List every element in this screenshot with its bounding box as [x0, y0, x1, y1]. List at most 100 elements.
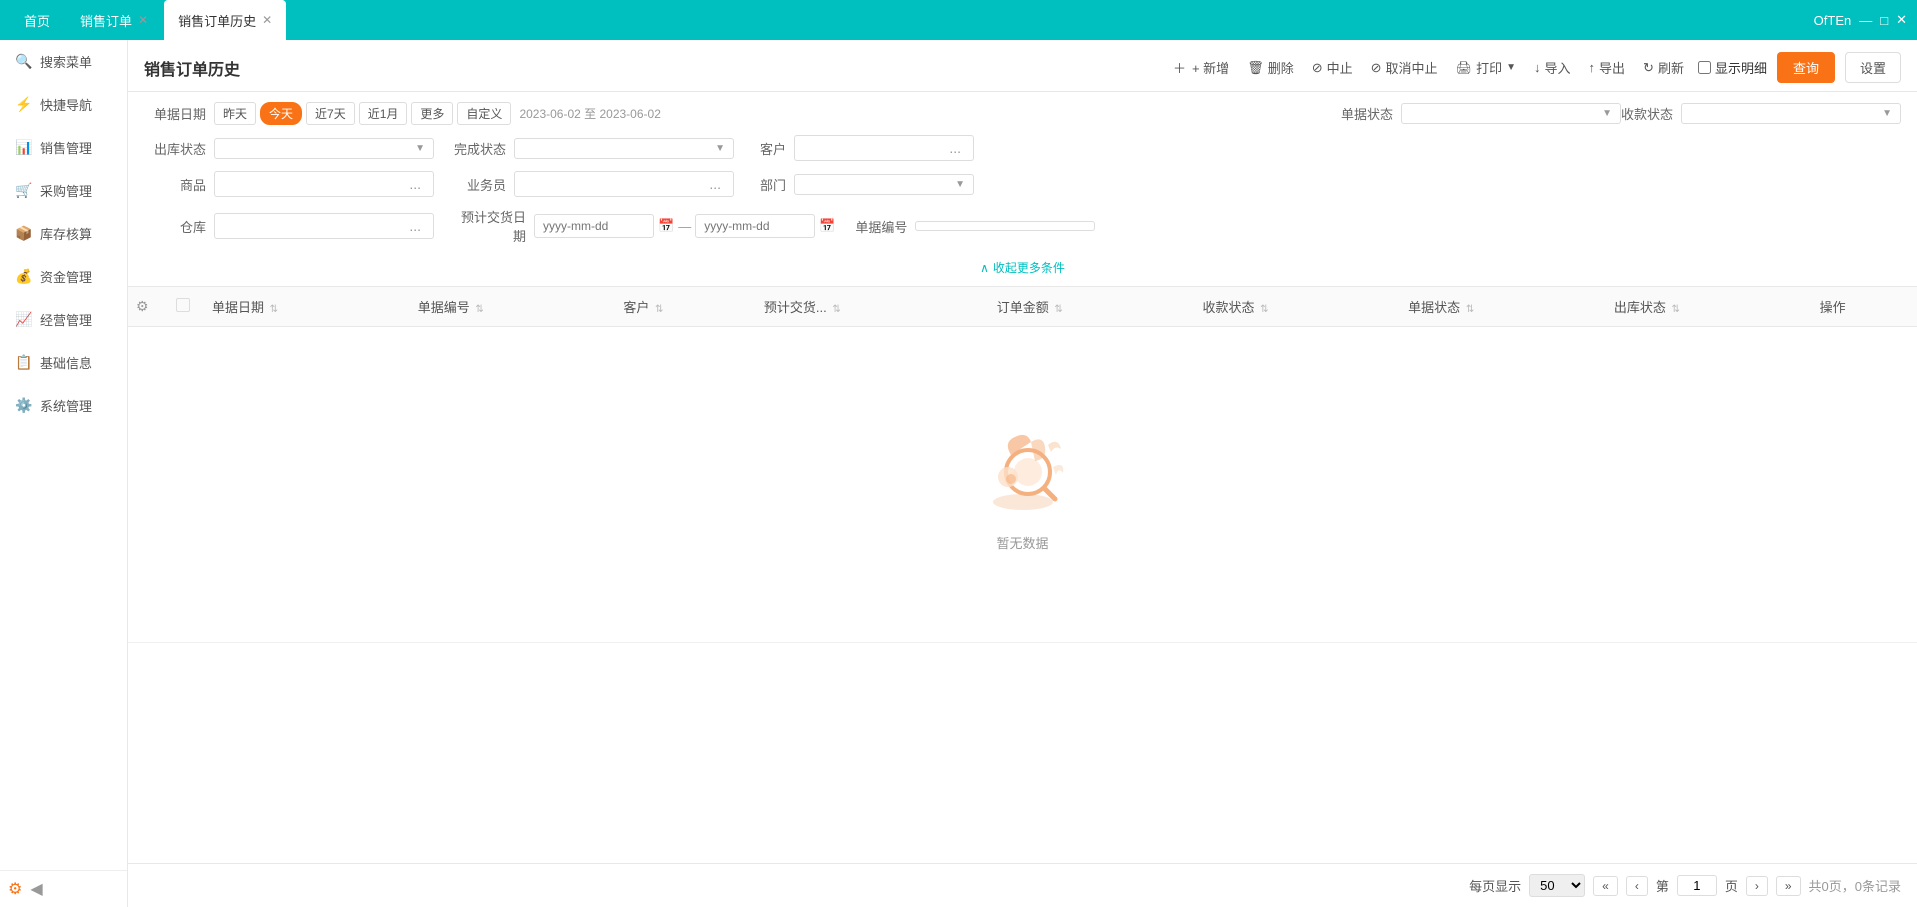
sort-out-status-icon[interactable]: ⇅: [1672, 304, 1680, 315]
calendar-to-icon[interactable]: 📅: [819, 218, 835, 234]
sidebar-item-sales-mgmt[interactable]: 📊 销售管理: [0, 126, 127, 169]
refresh-button[interactable]: ↻ 刷新: [1639, 56, 1688, 79]
tab-sales-order-close[interactable]: ✕: [138, 13, 148, 27]
goods-label: 商品: [144, 175, 214, 194]
sort-payment-icon[interactable]: ⇅: [1260, 304, 1268, 315]
tab-sales-order-history[interactable]: 销售订单历史 ✕: [164, 0, 286, 40]
empty-icon: [973, 417, 1073, 517]
warehouse-label: 仓库: [144, 217, 214, 236]
empty-svg: [973, 417, 1073, 517]
col-customer: 客户 ⇅: [615, 287, 756, 327]
date-yesterday-btn[interactable]: 昨天: [214, 102, 256, 125]
window-close[interactable]: ✕: [1896, 12, 1907, 28]
sidebar-item-basic-info[interactable]: 📋 基础信息: [0, 341, 127, 384]
sort-bill-no-icon[interactable]: ⇅: [475, 304, 483, 315]
top-bar: 首页 销售订单 ✕ 销售订单历史 ✕ OfTEn — □ ✕: [0, 0, 1917, 40]
window-maximize[interactable]: □: [1880, 13, 1888, 28]
date-custom-btn[interactable]: 自定义: [457, 102, 511, 125]
table-settings-icon[interactable]: ⚙: [136, 298, 149, 314]
collapse-row[interactable]: ∧ 收起更多条件: [144, 255, 1901, 276]
tab-sales-order-label: 销售订单: [80, 11, 132, 30]
tab-home[interactable]: 首页: [10, 0, 64, 40]
cancel-stop-icon: ⊘: [1371, 60, 1382, 76]
tab-sales-order[interactable]: 销售订单 ✕: [66, 0, 162, 40]
customer-dots[interactable]: ...: [945, 140, 965, 156]
complete-status-select[interactable]: ▼: [514, 138, 734, 159]
new-icon: ＋: [1173, 58, 1186, 77]
goods-dots[interactable]: ...: [405, 176, 425, 192]
sort-bill-status-icon[interactable]: ⇅: [1466, 304, 1474, 315]
customer-select[interactable]: ...: [794, 135, 974, 161]
out-status-arrow-icon: ▼: [415, 143, 425, 154]
sidebar-item-search-menu[interactable]: 🔍 搜索菜单: [0, 40, 127, 83]
delete-button[interactable]: 🗑 删除: [1243, 56, 1298, 79]
bill-status-select[interactable]: ▼: [1401, 103, 1621, 124]
sidebar-collapse-btn[interactable]: ◀: [30, 879, 42, 899]
system-mgmt-icon: ⚙️: [16, 398, 32, 414]
show-cols-checkbox-group[interactable]: 显示明细: [1698, 58, 1767, 77]
sort-amount-icon[interactable]: ⇅: [1054, 304, 1062, 315]
prev-page-btn[interactable]: ‹: [1626, 876, 1648, 896]
query-button[interactable]: 查询: [1777, 52, 1835, 83]
cancel-stop-button[interactable]: ⊘ 取消中止: [1367, 56, 1442, 79]
settings-button[interactable]: 设置: [1845, 52, 1901, 83]
date-today-btn[interactable]: 今天: [260, 102, 302, 125]
window-minimize[interactable]: —: [1859, 13, 1872, 28]
bill-no-label: 单据编号: [855, 217, 915, 236]
sidebar-item-operation-mgmt[interactable]: 📈 经营管理: [0, 298, 127, 341]
sidebar-item-capital-mgmt-label: 资金管理: [40, 267, 92, 286]
col-action: 操作: [1812, 287, 1917, 327]
out-status-select[interactable]: ▼: [214, 138, 434, 159]
export-button[interactable]: ↑ 导出: [1585, 56, 1630, 79]
date-1month-btn[interactable]: 近1月: [359, 102, 408, 125]
sidebar-bottom: ⚙ ◀: [0, 870, 127, 907]
import-icon: ↓: [1534, 60, 1541, 75]
department-select[interactable]: ▼: [794, 174, 974, 195]
page-input[interactable]: [1677, 875, 1717, 896]
date-more-btn[interactable]: 更多: [411, 102, 453, 125]
show-cols-checkbox[interactable]: [1698, 61, 1711, 74]
per-page-select[interactable]: 50 100 200: [1529, 874, 1585, 897]
bill-no-input[interactable]: [915, 221, 1095, 231]
select-all-checkbox[interactable]: [176, 298, 190, 312]
expected-date-from-input[interactable]: [534, 214, 654, 238]
sort-bill-date-icon[interactable]: ⇅: [270, 304, 278, 315]
filter-row-1: 单据日期 昨天 今天 近7天 近1月 更多 自定义 2023-06-02 至 2…: [144, 102, 1901, 125]
sidebar-item-quick-nav[interactable]: ⚡ 快捷导航: [0, 83, 127, 126]
basic-info-icon: 📋: [16, 355, 32, 371]
date-sep: —: [678, 219, 691, 234]
date-7days-btn[interactable]: 近7天: [306, 102, 355, 125]
warehouse-dots[interactable]: ...: [405, 218, 425, 234]
print-button[interactable]: 🖨 打印 ▼: [1452, 56, 1520, 79]
salesperson-dots[interactable]: ...: [705, 176, 725, 192]
stop-button[interactable]: ⊘ 中止: [1308, 56, 1357, 79]
search-menu-icon: 🔍: [16, 54, 32, 70]
goods-select[interactable]: ...: [214, 171, 434, 197]
sidebar-item-basic-info-label: 基础信息: [40, 353, 92, 372]
import-button[interactable]: ↓ 导入: [1530, 56, 1575, 79]
salesperson-select[interactable]: ...: [514, 171, 734, 197]
table-header-row: ⚙ 单据日期 ⇅ 单据编号 ⇅: [128, 287, 1917, 327]
warehouse-select[interactable]: ...: [214, 213, 434, 239]
tab-sales-order-history-close[interactable]: ✕: [262, 13, 272, 27]
sidebar-item-inventory-calc[interactable]: 📦 库存核算: [0, 212, 127, 255]
sidebar-item-system-mgmt[interactable]: ⚙️ 系统管理: [0, 384, 127, 427]
sidebar-item-purchase-mgmt[interactable]: 🛒 采购管理: [0, 169, 127, 212]
sort-delivery-icon[interactable]: ⇅: [832, 304, 840, 315]
complete-status-label: 完成状态: [454, 139, 514, 158]
sort-customer-icon[interactable]: ⇅: [655, 304, 663, 315]
last-page-btn[interactable]: »: [1776, 876, 1801, 896]
first-page-btn[interactable]: «: [1593, 876, 1618, 896]
new-button[interactable]: ＋ + 新增: [1169, 56, 1233, 79]
expected-date-to-input[interactable]: [695, 214, 815, 238]
calendar-from-icon[interactable]: 📅: [658, 218, 674, 234]
expected-date-label: 预计交货日期: [454, 207, 534, 245]
sidebar-settings-btn[interactable]: ⚙: [8, 879, 22, 899]
page-title: 销售订单历史: [144, 56, 240, 80]
sidebar-item-purchase-mgmt-label: 采购管理: [40, 181, 92, 200]
collapse-text: 收起更多条件: [993, 259, 1065, 276]
next-page-btn[interactable]: ›: [1746, 876, 1768, 896]
payment-status-select[interactable]: ▼: [1681, 103, 1901, 124]
sidebar-item-capital-mgmt[interactable]: 💰 资金管理: [0, 255, 127, 298]
empty-state-row: 暂无数据: [128, 327, 1917, 643]
